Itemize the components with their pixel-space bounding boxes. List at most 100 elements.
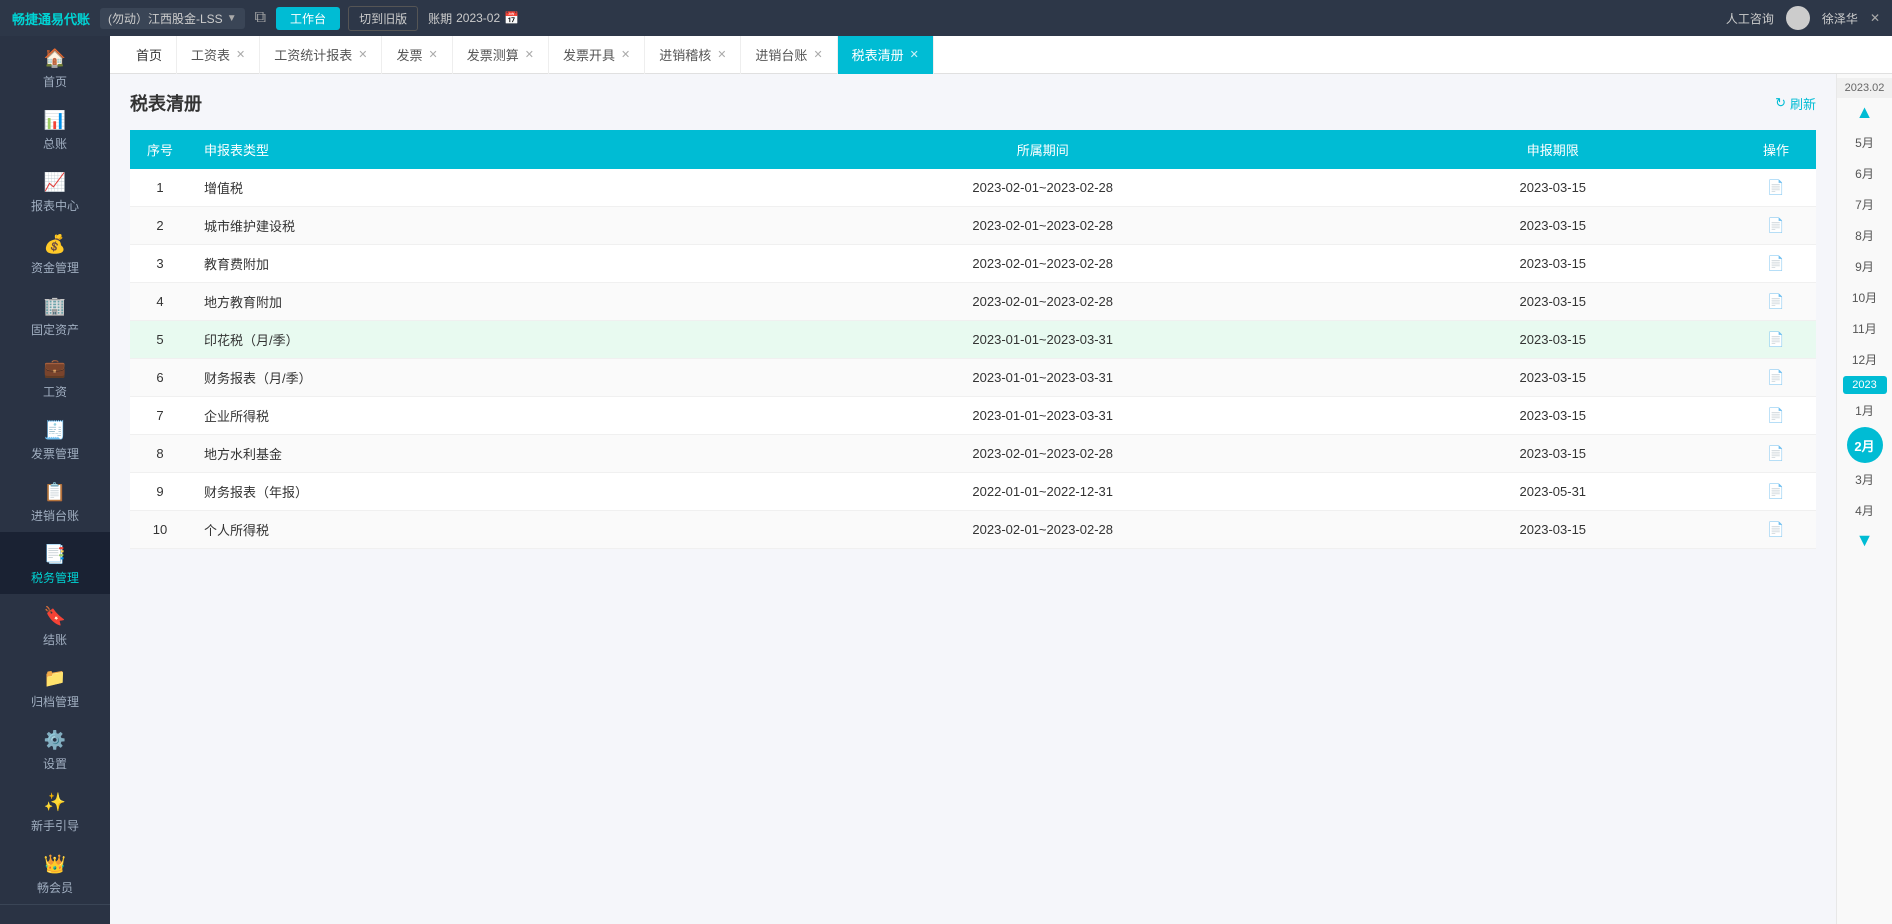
tab-purchase-audit[interactable]: 进销稽核 ✕ [645,36,741,74]
sidebar-item-asset[interactable]: 🏢 固定资产 [0,284,110,346]
tab-purchase-audit-close[interactable]: ✕ [717,48,726,61]
table-row: 7 企业所得税 2023-01-01~2023-03-31 2023-03-15… [130,397,1816,435]
timeline-2023-4[interactable]: 4月 [1843,496,1887,525]
sidebar-item-settlement[interactable]: 🔖 结账 [0,594,110,656]
tab-payroll[interactable]: 工资表 ✕ [177,36,260,74]
tab-invoice-calc-label: 发票测算 [467,45,519,64]
tab-purchase-account[interactable]: 进销台账 ✕ [741,36,837,74]
timeline-2022-7[interactable]: 7月 [1843,190,1887,219]
refresh-label: 刷新 [1790,94,1816,113]
tab-home-label: 首页 [136,45,162,64]
tab-invoice-calc[interactable]: 发票测算 ✕ [453,36,549,74]
sidebar-item-settings[interactable]: ⚙️ 设置 [0,718,110,780]
sidebar-label-payroll: 工资 [43,383,67,400]
tab-tax-clear[interactable]: 税表清册 ✕ [838,36,934,74]
cell-no: 2 [130,207,190,245]
tab-invoice-close[interactable]: ✕ [429,48,438,61]
cell-action: 📄 [1736,169,1816,207]
main-layout: 🏠 首页 📊 总账 📈 报表中心 💰 资金管理 🏢 固定资产 💼 工资 🧾 发票… [0,36,1892,924]
row-action-button[interactable]: 📄 [1767,331,1784,348]
cell-deadline: 2023-03-15 [1370,321,1736,359]
user-name[interactable]: 徐泽华 [1822,10,1858,27]
timeline-2023-3[interactable]: 3月 [1843,465,1887,494]
timeline-2022-8[interactable]: 8月 [1843,221,1887,250]
refresh-button[interactable]: ↻ 刷新 [1775,94,1816,113]
sidebar-item-report[interactable]: 📈 报表中心 [0,160,110,222]
cell-no: 6 [130,359,190,397]
timeline-down-button[interactable]: ▼ [1852,526,1878,555]
col-type: 申报表类型 [190,130,716,169]
timeline-2023-1[interactable]: 1月 [1843,396,1887,425]
sidebar-item-invoice[interactable]: 🧾 发票管理 [0,408,110,470]
col-no: 序号 [130,130,190,169]
timeline-2022-5[interactable]: 5月 [1843,128,1887,157]
cell-period: 2023-02-01~2023-02-28 [716,283,1370,321]
row-action-button[interactable]: 📄 [1767,179,1784,196]
cell-deadline: 2023-03-15 [1370,435,1736,473]
switch-button[interactable]: 切到旧版 [348,6,418,31]
row-action-button[interactable]: 📄 [1767,255,1784,272]
timeline-2022-10[interactable]: 10月 [1843,283,1887,312]
tab-invoice-calc-close[interactable]: ✕ [525,48,534,61]
timeline-2022-9[interactable]: 9月 [1843,252,1887,281]
timeline-2023-2[interactable]: 2月 [1847,427,1883,463]
sidebar-item-ledger[interactable]: 📊 总账 [0,98,110,160]
tab-invoice-open[interactable]: 发票开具 ✕ [549,36,645,74]
tab-home[interactable]: 首页 [122,36,177,74]
sidebar-item-fund[interactable]: 💰 资金管理 [0,222,110,284]
row-action-button[interactable]: 📄 [1767,483,1784,500]
calendar-icon[interactable]: 📅 [504,11,519,25]
report-icon: 📈 [44,172,66,193]
cell-no: 10 [130,511,190,549]
row-action-button[interactable]: 📄 [1767,445,1784,462]
cell-action: 📄 [1736,207,1816,245]
row-action-button[interactable]: 📄 [1767,407,1784,424]
table-row: 1 增值税 2023-02-01~2023-02-28 2023-03-15 📄 [130,169,1816,207]
timeline-2022-6[interactable]: 6月 [1843,159,1887,188]
sidebar-label-vip: 畅会员 [37,879,73,896]
timeline-up-button[interactable]: ▲ [1852,98,1878,127]
workspace-button[interactable]: 工作台 [276,7,340,30]
sidebar-item-home[interactable]: 🏠 首页 [0,36,110,98]
tab-purchase-account-close[interactable]: ✕ [813,48,822,61]
timeline-2022-11[interactable]: 11月 [1843,314,1887,343]
tab-payroll-stats[interactable]: 工资统计报表 ✕ [260,36,382,74]
tab-payroll-stats-close[interactable]: ✕ [358,48,367,61]
tab-payroll-close[interactable]: ✕ [236,48,245,61]
tab-invoice[interactable]: 发票 ✕ [382,36,452,74]
sidebar-label-asset: 固定资产 [31,321,79,338]
sidebar-label-report: 报表中心 [31,197,79,214]
row-action-button[interactable]: 📄 [1767,293,1784,310]
tax-icon: 📑 [44,544,66,565]
sidebar-item-vip[interactable]: 👑 畅会员 [0,842,110,904]
vip-icon: 👑 [44,854,66,875]
sidebar-item-tax[interactable]: 📑 税务管理 [0,532,110,594]
window-close-icon[interactable]: ✕ [1870,11,1880,25]
consult-link[interactable]: 人工咨询 [1726,10,1774,27]
cell-period: 2023-01-01~2023-03-31 [716,321,1370,359]
row-action-button[interactable]: 📄 [1767,369,1784,386]
sidebar-item-payroll[interactable]: 💼 工资 [0,346,110,408]
timeline-2022-12[interactable]: 12月 [1843,345,1887,374]
tab-tax-clear-close[interactable]: ✕ [910,48,919,61]
settings-icon: ⚙️ [44,730,66,751]
timeline-year-2023: 2023 [1843,376,1887,394]
company-selector[interactable]: (勿动）江西股金-LSS ▼ [100,8,245,29]
refresh-icon: ↻ [1775,95,1786,111]
sidebar-item-guide[interactable]: ✨ 新手引导 [0,780,110,842]
unpin-button[interactable]: 📌 取消固定 [0,915,110,924]
sidebar-item-purchase[interactable]: 📋 进销台账 [0,470,110,532]
table-row: 9 财务报表（年报） 2022-01-01~2022-12-31 2023-05… [130,473,1816,511]
asset-icon: 🏢 [44,296,66,317]
copy-icon[interactable]: ⧉ [255,9,266,27]
row-action-button[interactable]: 📄 [1767,217,1784,234]
company-arrow-icon: ▼ [227,13,237,24]
cell-type: 教育费附加 [190,245,716,283]
table-row: 8 地方水利基金 2023-02-01~2023-02-28 2023-03-1… [130,435,1816,473]
sidebar-item-archive[interactable]: 📁 归档管理 [0,656,110,718]
table-row: 4 地方教育附加 2023-02-01~2023-02-28 2023-03-1… [130,283,1816,321]
row-action-button[interactable]: 📄 [1767,521,1784,538]
tab-invoice-open-close[interactable]: ✕ [621,48,630,61]
cell-period: 2023-01-01~2023-03-31 [716,359,1370,397]
period-value: 2023-02 [456,11,500,25]
